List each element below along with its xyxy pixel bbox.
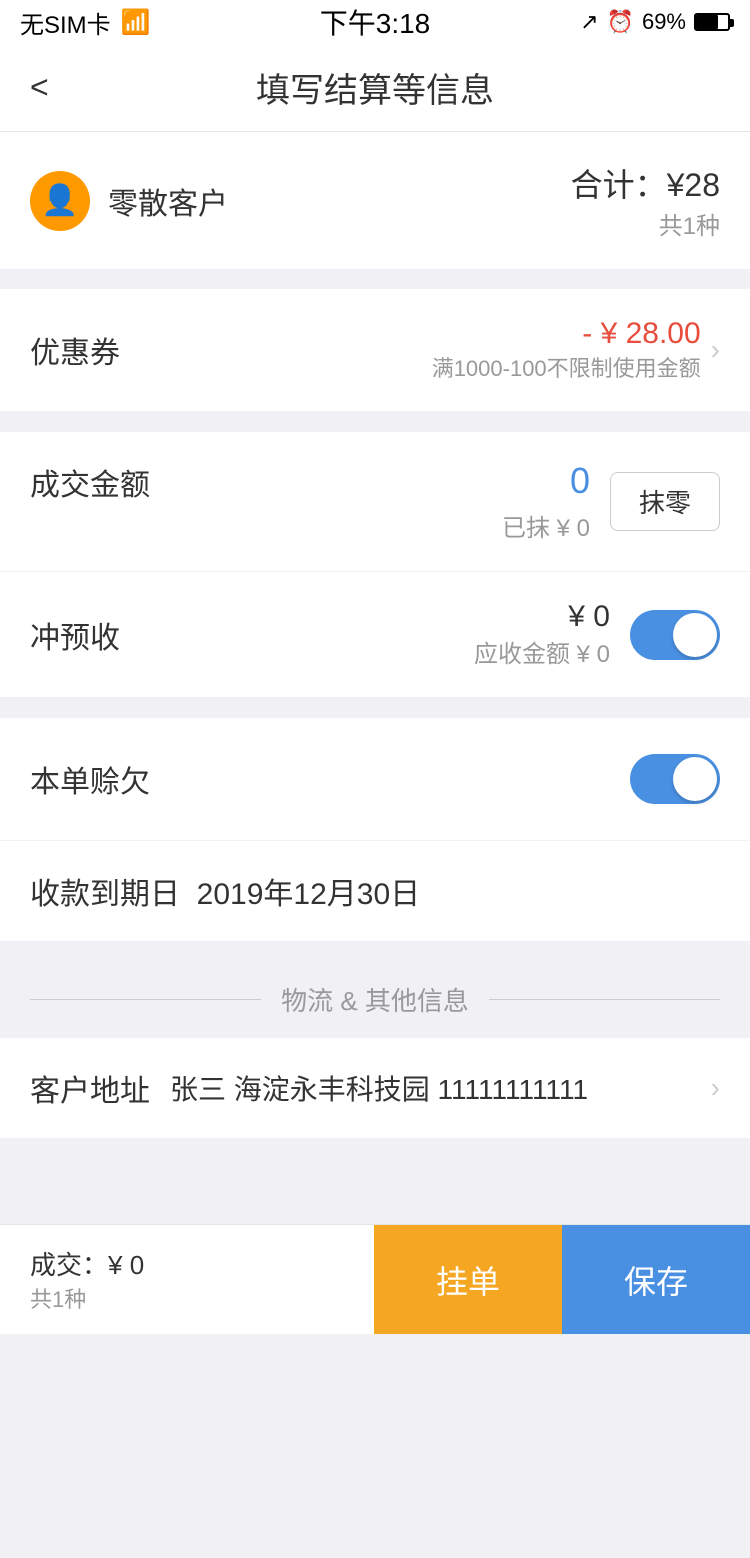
credit-toggle-knob — [673, 757, 717, 801]
coupon-desc: 满1000-100不限制使用金额 — [432, 351, 701, 383]
divider-4 — [0, 941, 750, 961]
coupon-amount: - ¥ 28.00 — [432, 317, 701, 351]
content-area: 👤 零散客户 合计：¥28 共1种 优惠券 - ¥ 28.00 满1000-10… — [0, 132, 750, 1558]
prepayment-row: 冲预收 ¥ 0 应收金额 ¥ 0 — [0, 572, 750, 698]
alarm-icon: ⏰ — [607, 9, 634, 35]
customer-section: 👤 零散客户 合计：¥28 共1种 — [0, 132, 750, 269]
transaction-right: 0 已抹 ¥ 0 抹零 — [502, 460, 720, 543]
customer-avatar: 👤 — [30, 171, 90, 231]
coupon-value-col: - ¥ 28.00 满1000-100不限制使用金额 — [432, 317, 701, 383]
divider-1 — [0, 269, 750, 289]
avatar-icon: 👤 — [41, 183, 78, 218]
battery-percent: 69% — [642, 9, 686, 35]
prepayment-amount: ¥ 0 — [474, 600, 610, 634]
bottom-transaction: 成交：¥ 0 — [30, 1245, 344, 1282]
wifi-icon: 📶 — [121, 8, 151, 37]
location-icon: ↗ — [580, 9, 598, 35]
hold-button[interactable]: 挂单 — [374, 1225, 562, 1334]
customer-info: 👤 零散客户 — [30, 171, 228, 231]
prepayment-label: 冲预收 — [30, 613, 120, 657]
total-amount: 合计：¥28 — [571, 160, 720, 206]
header-line-right — [489, 999, 720, 1000]
save-button[interactable]: 保存 — [562, 1225, 750, 1334]
logistics-header: 物流 & 其他信息 — [0, 961, 750, 1038]
customer-total: 合计：¥28 共1种 — [571, 160, 720, 241]
bottom-bar: 成交：¥ 0 共1种 挂单 保存 — [0, 1224, 750, 1334]
credit-row: 本单赊欠 — [0, 718, 750, 840]
transaction-label: 成交金额 — [30, 460, 150, 504]
round-button[interactable]: 抹零 — [610, 472, 720, 531]
status-left: 无SIM卡 📶 — [20, 5, 151, 40]
transaction-sub: 已抹 ¥ 0 — [502, 508, 590, 543]
divider-3 — [0, 698, 750, 718]
prepayment-sub: 应收金额 ¥ 0 — [474, 634, 610, 669]
due-date-label: 收款到期日 2019年12月30日 — [30, 878, 420, 911]
transaction-section: 成交金额 0 已抹 ¥ 0 抹零 冲预收 ¥ 0 应收金额 ¥ 0 — [0, 432, 750, 698]
bottom-info: 成交：¥ 0 共1种 — [0, 1245, 374, 1314]
address-chevron-icon: › — [711, 1072, 720, 1104]
coupon-chevron-icon: › — [711, 334, 720, 366]
bottom-count: 共1种 — [30, 1282, 344, 1314]
coupon-row[interactable]: 优惠券 - ¥ 28.00 满1000-100不限制使用金额 › — [0, 289, 750, 412]
address-value: 张三 海淀永丰科技园 11111111111 — [170, 1068, 711, 1108]
status-time: 下午3:18 — [320, 2, 431, 42]
address-row[interactable]: 客户地址 张三 海淀永丰科技园 11111111111 › — [0, 1038, 750, 1138]
coupon-label: 优惠券 — [30, 328, 120, 372]
transaction-value: 0 — [502, 460, 590, 502]
coupon-right: - ¥ 28.00 满1000-100不限制使用金额 › — [432, 317, 720, 383]
credit-label: 本单赊欠 — [30, 757, 150, 801]
sim-text: 无SIM卡 — [20, 5, 111, 40]
prepayment-toggle[interactable] — [630, 610, 720, 660]
back-button[interactable]: < — [30, 69, 49, 106]
status-right: ↗ ⏰ 69% — [580, 9, 730, 35]
total-count: 共1种 — [571, 206, 720, 241]
status-bar: 无SIM卡 📶 下午3:18 ↗ ⏰ 69% — [0, 0, 750, 44]
customer-name: 零散客户 — [108, 179, 228, 223]
divider-2 — [0, 412, 750, 432]
credit-toggle[interactable] — [630, 754, 720, 804]
nav-bar: < 填写结算等信息 — [0, 44, 750, 132]
due-date-row: 收款到期日 2019年12月30日 — [0, 840, 750, 941]
header-line-left — [30, 999, 261, 1000]
transaction-row: 成交金额 0 已抹 ¥ 0 抹零 — [0, 432, 750, 572]
battery-icon — [694, 13, 730, 31]
address-label: 客户地址 — [30, 1066, 150, 1110]
toggle-knob — [673, 613, 717, 657]
page-title: 填写结算等信息 — [256, 63, 494, 112]
transaction-value-col: 0 已抹 ¥ 0 — [502, 460, 590, 543]
bottom-buttons: 挂单 保存 — [374, 1225, 750, 1334]
prepayment-right: ¥ 0 应收金额 ¥ 0 — [474, 600, 720, 669]
logistics-header-text: 物流 & 其他信息 — [281, 981, 469, 1018]
prepayment-values: ¥ 0 应收金额 ¥ 0 — [474, 600, 610, 669]
